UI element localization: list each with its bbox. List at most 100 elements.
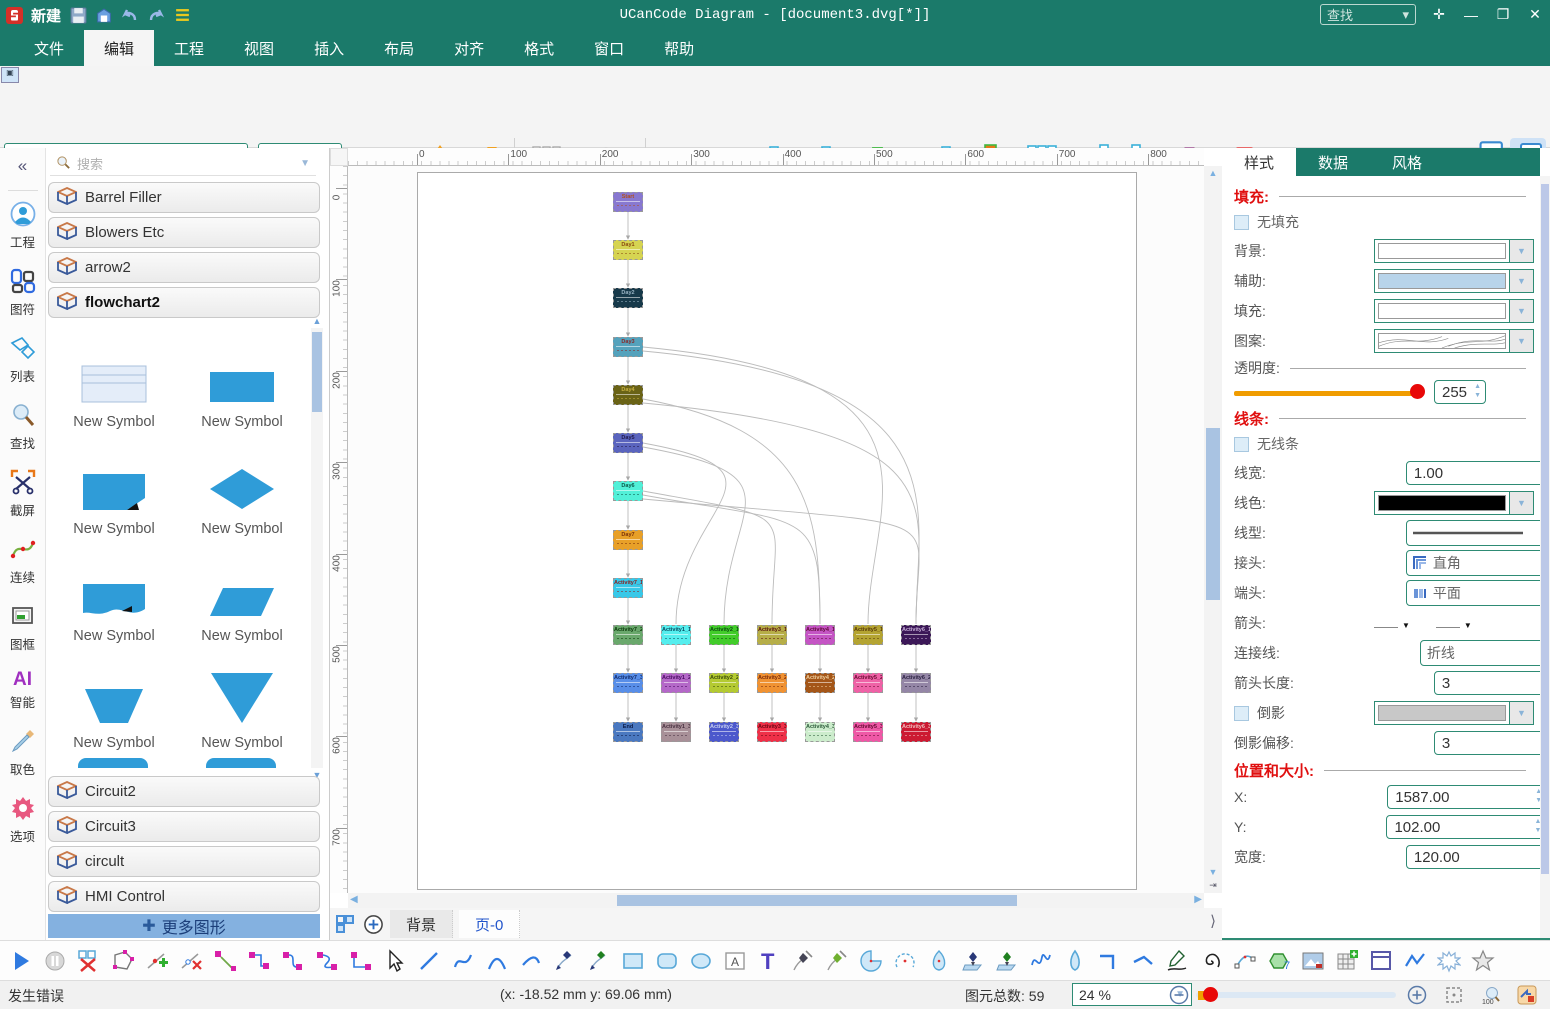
scroll-up-icon[interactable]: ▲ xyxy=(1204,168,1222,178)
no-line-checkbox[interactable] xyxy=(1234,436,1249,452)
menu-hamburger-icon[interactable] xyxy=(173,6,191,24)
flow-node-End[interactable]: End xyxy=(613,722,643,742)
flow-node-Day1[interactable]: Day1 xyxy=(613,240,643,260)
flow-node-Activity2_1[interactable]: Activity2_1 xyxy=(709,625,739,645)
zoom-in-button[interactable] xyxy=(1406,984,1428,1006)
menu-item-文件[interactable]: 文件 xyxy=(14,30,84,66)
spinner-arrows[interactable]: ▲ ▼ xyxy=(1535,788,1540,804)
bg-color-select[interactable]: ▼ xyxy=(1374,239,1534,263)
library-group-arrow2[interactable]: arrow2 xyxy=(48,252,320,283)
flow-node-Activity4_1[interactable]: Activity4_1 xyxy=(805,625,835,645)
zoom-100-button[interactable]: 100 xyxy=(1480,984,1502,1006)
add-page-icon[interactable] xyxy=(362,913,384,935)
zoom-out-button[interactable] xyxy=(1168,984,1190,1006)
library-search[interactable]: 搜索 ▼ xyxy=(50,152,316,176)
menu-item-编辑[interactable]: 编辑 xyxy=(84,30,155,66)
pen-fill2-tool[interactable] xyxy=(994,948,1019,973)
flow-node-Activity5_2[interactable]: Activity5_2 xyxy=(853,673,883,693)
pause-tool[interactable] xyxy=(42,948,67,973)
page-tab-页-0[interactable]: 页-0 xyxy=(459,910,521,938)
scrollbar-thumb[interactable] xyxy=(617,895,1017,906)
spinner-arrows[interactable]: ▲ ▼ xyxy=(1535,818,1540,834)
appbar-item-截屏[interactable]: 截屏 xyxy=(10,469,36,519)
pen-fill-tool[interactable] xyxy=(960,948,985,973)
flow-node-Activity3_1[interactable]: Activity3_1 xyxy=(757,625,787,645)
scroll-left-icon[interactable]: ◀ xyxy=(350,894,358,905)
flow-node-Activity4_2[interactable]: Activity4_2 xyxy=(805,673,835,693)
node-chain-tool[interactable] xyxy=(246,948,271,973)
pen-green-tool[interactable] xyxy=(586,948,611,973)
corner-line2-tool[interactable] xyxy=(1130,948,1155,973)
pen-hand-green-tool[interactable] xyxy=(824,948,849,973)
maximize-button[interactable]: ❐ xyxy=(1494,6,1512,23)
library-group-flowchart2[interactable]: flowchart2 xyxy=(48,287,320,318)
export-icon[interactable] xyxy=(95,6,113,24)
page-tab-背景[interactable]: 背景 xyxy=(390,910,454,938)
chevron-down-icon[interactable]: ▼ xyxy=(1509,240,1533,262)
menu-item-视图[interactable]: 视图 xyxy=(224,30,294,66)
scroll-down-icon[interactable]: ▼ xyxy=(1204,867,1222,877)
cap-select[interactable]: 平面▼ xyxy=(1405,580,1540,606)
flow-node-Activity3_2[interactable]: Activity3_2 xyxy=(757,673,787,693)
pin-icon[interactable]: ✛ xyxy=(1430,6,1448,23)
line-color-select[interactable]: ▼ xyxy=(1374,491,1534,515)
burst-tool[interactable] xyxy=(1436,948,1461,973)
chevron-down-icon[interactable]: ▼ xyxy=(300,158,310,169)
library-group-circult[interactable]: circult xyxy=(48,846,320,877)
appbar-item-连续[interactable]: 连续 xyxy=(10,536,36,586)
flow-node-Day4[interactable]: Day4 xyxy=(613,385,643,405)
canvas-viewport[interactable]: Start Day1 Day2 Day3 Day4 Day5 Day6 Day7 Activit… xyxy=(348,166,1204,893)
arrow-end-select[interactable]: ▼ xyxy=(1435,616,1472,631)
connector-type-select[interactable]: 折线▼ xyxy=(1419,640,1540,666)
appbar-item-图符[interactable]: 图符 xyxy=(10,268,36,318)
squiggle-tool[interactable] xyxy=(1028,948,1053,973)
node-chain2-tool[interactable] xyxy=(280,948,305,973)
zigzag-tool[interactable] xyxy=(1402,948,1427,973)
appbar-item-取色[interactable]: 取色 xyxy=(10,728,36,778)
spinner-arrows[interactable]: ▲ ▼ xyxy=(1474,383,1481,399)
symbol-item[interactable]: New Symbol xyxy=(54,540,174,644)
line-width-spinner[interactable]: 1.00▲▼ xyxy=(1405,461,1540,485)
flow-node-Activity7_2[interactable]: Activity7_2 xyxy=(613,625,643,645)
chevron-down-icon[interactable]: ▼ xyxy=(1509,270,1533,292)
zoom-slider[interactable] xyxy=(1196,992,1396,998)
export-view-button[interactable] xyxy=(1516,984,1538,1006)
chevron-down-icon[interactable]: ▼ xyxy=(1509,702,1533,724)
opacity-slider[interactable] xyxy=(1234,391,1416,396)
joint-select[interactable]: 直角▼ xyxy=(1405,550,1540,576)
spiral-tool[interactable] xyxy=(1198,948,1223,973)
scrollbar-thumb[interactable] xyxy=(1541,184,1549,874)
flow-node-Activity7_1[interactable]: Activity7_1 xyxy=(613,578,643,598)
symbol-item[interactable]: New Symbol xyxy=(182,326,302,430)
table-add-tool[interactable] xyxy=(1334,948,1359,973)
flow-node-Activity5_1[interactable]: Activity5_1 xyxy=(853,625,883,645)
appbar-item-工程[interactable]: 工程 xyxy=(10,201,36,251)
teardrop-tool[interactable] xyxy=(926,948,951,973)
pen-blue-tool[interactable] xyxy=(552,948,577,973)
flow-node-Activity2_3[interactable]: Activity2_3 xyxy=(709,722,739,742)
chevron-down-icon[interactable]: ▾ xyxy=(1402,7,1409,23)
cursor-tool[interactable] xyxy=(382,948,407,973)
save-icon[interactable] xyxy=(69,6,87,24)
symbol-item[interactable]: New Symbol xyxy=(54,433,174,537)
pen-hand-tool[interactable] xyxy=(790,948,815,973)
library-group-Blowers Etc[interactable]: Blowers Etc xyxy=(48,217,320,248)
x-spinner[interactable]: 1587.00 ▲ ▼ xyxy=(1387,785,1540,809)
menu-item-窗口[interactable]: 窗口 xyxy=(574,30,644,66)
curve-tool[interactable] xyxy=(450,948,475,973)
flow-node-Activity1_2[interactable]: Activity1_2 xyxy=(661,673,691,693)
aux-color-select[interactable]: ▼ xyxy=(1374,269,1534,293)
chevron-down-icon[interactable]: ▼ xyxy=(1509,330,1533,352)
flow-node-Day3[interactable]: Day3 xyxy=(613,337,643,357)
library-group-Circuit3[interactable]: Circuit3 xyxy=(48,811,320,842)
menu-item-工程[interactable]: 工程 xyxy=(154,30,224,66)
menu-item-插入[interactable]: 插入 xyxy=(294,30,364,66)
add-point-tool[interactable] xyxy=(144,948,169,973)
page-grid-icon[interactable] xyxy=(334,913,356,935)
symbol-item[interactable]: New Symbol xyxy=(182,433,302,537)
appbar-item-选项[interactable]: 选项 xyxy=(10,795,36,845)
fit-page-button[interactable] xyxy=(1443,984,1465,1006)
y-spinner[interactable]: 102.00 ▲ ▼ xyxy=(1386,815,1540,839)
node-chain3-tool[interactable] xyxy=(314,948,339,973)
appbar-item-图框[interactable]: 图框 xyxy=(10,603,36,653)
